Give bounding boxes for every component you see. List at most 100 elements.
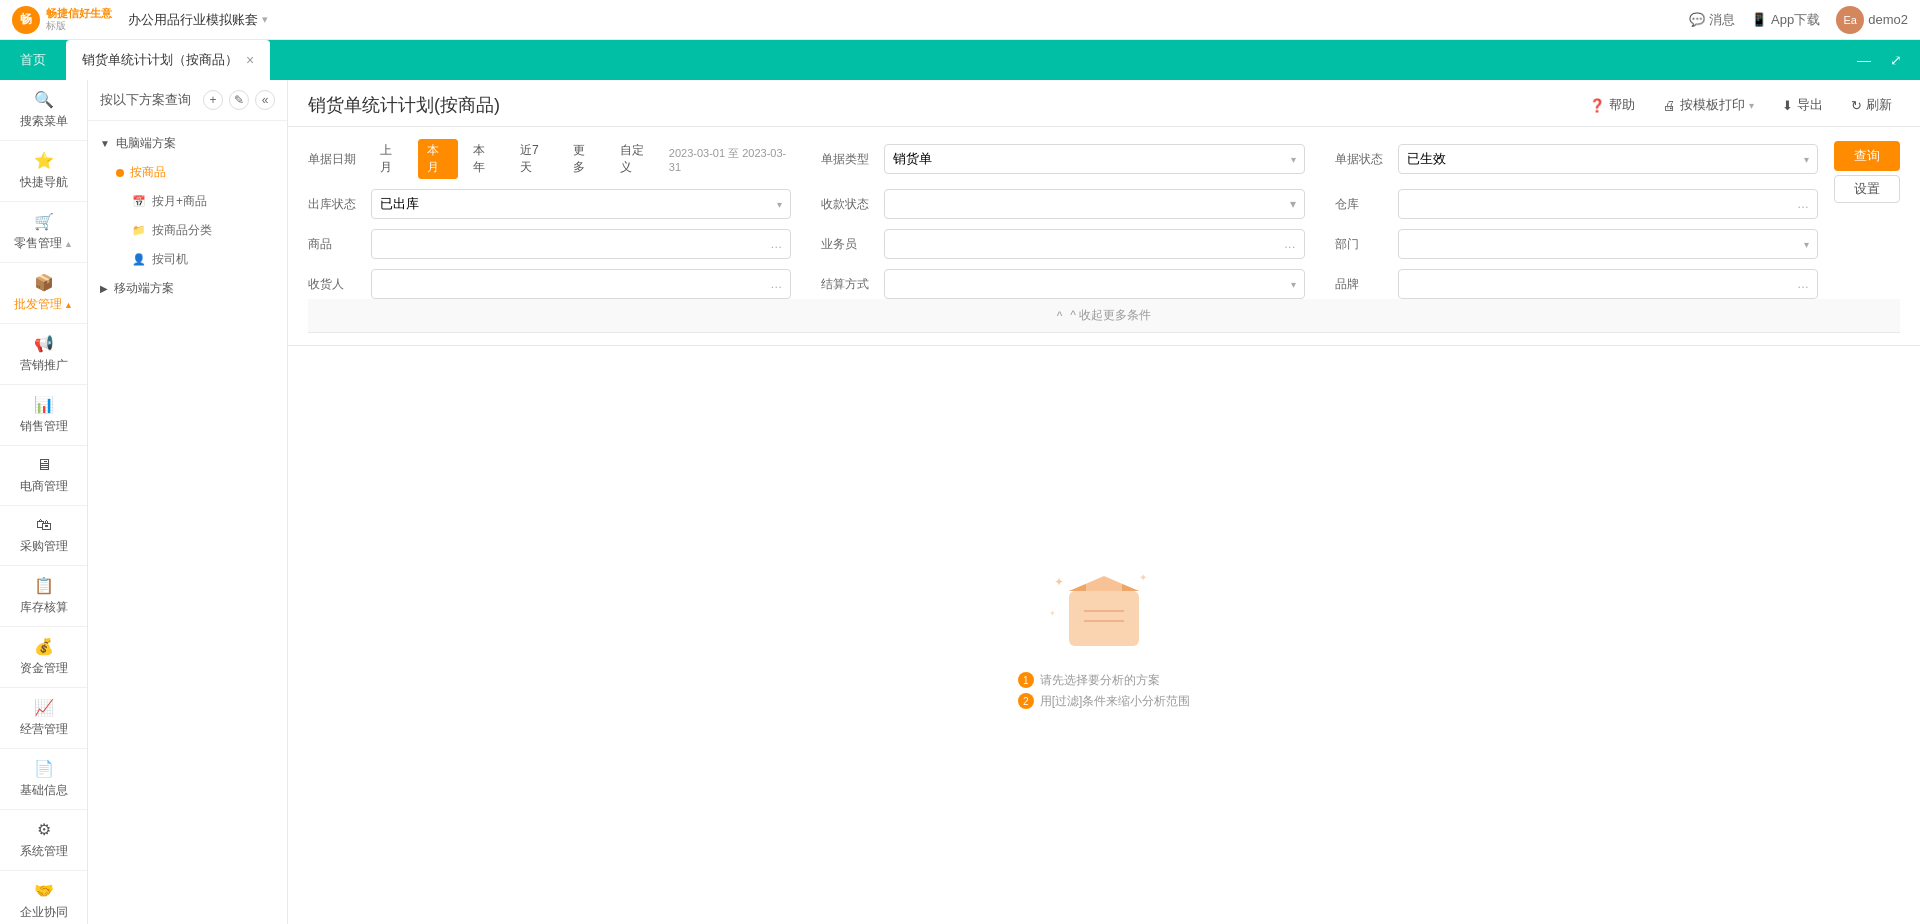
filter-row-3: 商品 … 业务员 bbox=[308, 229, 1818, 259]
sidebar-item-ecommerce[interactable]: 🖥 电商管理 bbox=[0, 446, 87, 506]
date-btn-custom[interactable]: 自定义 bbox=[611, 139, 663, 179]
app-selector-text: 办公用品行业模拟账套 bbox=[128, 11, 258, 29]
filter-dept-select[interactable]: ▾ bbox=[1398, 229, 1818, 259]
sidebar-item-collab[interactable]: 🤝 企业协同 bbox=[0, 871, 87, 924]
query-button[interactable]: 查询 bbox=[1834, 141, 1900, 171]
ecommerce-icon: 🖥 bbox=[36, 456, 52, 474]
tree-group-mobile[interactable]: ▶ 移动端方案 bbox=[88, 274, 287, 303]
header-right: 💬 消息 📱 App下载 Ea demo2 bbox=[1689, 6, 1908, 34]
inventory-icon: 📋 bbox=[34, 576, 54, 595]
app-download-icon: 📱 bbox=[1751, 12, 1767, 27]
help-button[interactable]: ❓ 帮助 bbox=[1581, 92, 1643, 118]
filter-doc-status-select[interactable]: 已生效 ▾ bbox=[1398, 144, 1818, 174]
tree-item-by-category-icon: 📁 bbox=[132, 224, 146, 237]
empty-state: ✦ ✦ ✦ 1 请先选择要分析的方案 2 用[过滤]条件来缩小分析范围 bbox=[288, 346, 1920, 924]
refresh-button[interactable]: ↻ 刷新 bbox=[1843, 92, 1900, 118]
filter-brand-label: 品牌 bbox=[1335, 276, 1390, 293]
tab-home[interactable]: 首页 bbox=[0, 40, 66, 80]
filter-doc-status-label: 单据状态 bbox=[1335, 151, 1390, 168]
tree-item-by-driver[interactable]: 👤 按司机 bbox=[88, 245, 287, 274]
user-action[interactable]: Ea demo2 bbox=[1836, 6, 1908, 34]
logo-area: 畅 畅捷信好生意 标版 bbox=[12, 6, 112, 34]
filter-delivery-select[interactable]: 已出库 ▾ bbox=[371, 189, 791, 219]
message-icon: 💬 bbox=[1689, 12, 1705, 27]
tab-max-button[interactable]: ⤢ bbox=[1884, 48, 1908, 72]
filter-receiver-input[interactable]: … bbox=[371, 269, 791, 299]
tree-group-desktop[interactable]: ▼ 电脑端方案 bbox=[88, 129, 287, 158]
filter-doc-type-select[interactable]: 销货单 ▾ bbox=[884, 144, 1304, 174]
export-button[interactable]: ⬇ 导出 bbox=[1774, 92, 1831, 118]
sidebar-item-sales-label: 销售管理 bbox=[20, 418, 68, 435]
svg-rect-0 bbox=[1069, 591, 1139, 646]
edit-scheme-button[interactable]: ✎ bbox=[229, 90, 249, 110]
wholesale-arrow-icon: ▲ bbox=[64, 300, 73, 310]
sidebar-item-marketing[interactable]: 📢 营销推广 bbox=[0, 324, 87, 385]
date-btn-last-month[interactable]: 上月 bbox=[371, 139, 412, 179]
search-icon: 🔍 bbox=[34, 90, 54, 109]
print-arrow-icon: ▾ bbox=[1749, 100, 1754, 111]
sidebar-item-sales[interactable]: 📊 销售管理 bbox=[0, 385, 87, 446]
sidebar-item-basic[interactable]: 📄 基础信息 bbox=[0, 749, 87, 810]
sidebar-item-retail-label: 零售管理 bbox=[14, 235, 62, 252]
filter-payment-dots: ▾ bbox=[1290, 197, 1296, 211]
filter-goods-dots: … bbox=[770, 237, 782, 251]
sidebar-item-inventory[interactable]: 📋 库存核算 bbox=[0, 566, 87, 627]
date-btn-more[interactable]: 更多 bbox=[564, 139, 605, 179]
filter-brand-dots: … bbox=[1797, 277, 1809, 291]
tree-item-by-month-goods[interactable]: 📅 按月+商品 bbox=[88, 187, 287, 216]
sidebar-item-finance[interactable]: 💰 资金管理 bbox=[0, 627, 87, 688]
filter-goods-label: 商品 bbox=[308, 236, 363, 253]
main-layout: 🔍 搜索菜单 ⭐ 快捷导航 🛒 零售管理 ▲ 📦 批发管理 ▲ 📢 营销推广 bbox=[0, 80, 1920, 924]
app-download-action[interactable]: 📱 App下载 bbox=[1751, 11, 1820, 29]
tree-item-by-goods[interactable]: 按商品 bbox=[88, 158, 287, 187]
tab-bar-actions: — ⤢ bbox=[1852, 48, 1920, 72]
date-btn-7days[interactable]: 近7天 bbox=[511, 139, 558, 179]
settings-button[interactable]: 设置 bbox=[1834, 175, 1900, 203]
empty-hint-list: 1 请先选择要分析的方案 2 用[过滤]条件来缩小分析范围 bbox=[1018, 672, 1191, 714]
app-download-label: App下载 bbox=[1771, 11, 1820, 29]
filter-content: 单据日期 上月 本月 本年 近7天 更多 自定义 2023-03-01 至 20… bbox=[308, 139, 1818, 299]
sidebar-item-wholesale[interactable]: 📦 批发管理 ▲ bbox=[0, 263, 87, 324]
filter-goods-input[interactable]: … bbox=[371, 229, 791, 259]
date-btn-this-month[interactable]: 本月 bbox=[418, 139, 459, 179]
filter-warehouse-input[interactable]: … bbox=[1398, 189, 1818, 219]
sidebar-item-purchase[interactable]: 🛍 采购管理 bbox=[0, 506, 87, 566]
right-panel: 销货单统计计划(按商品) ❓ 帮助 🖨 按模板打印 ▾ ⬇ 导出 bbox=[288, 80, 1920, 924]
tab-active[interactable]: 销货单统计计划（按商品） × bbox=[66, 40, 270, 80]
print-button[interactable]: 🖨 按模板打印 ▾ bbox=[1655, 92, 1762, 118]
sidebar-item-operations[interactable]: 📈 经营管理 bbox=[0, 688, 87, 749]
filter-item-payment: 收款状态 ▾ bbox=[821, 189, 1304, 219]
message-action[interactable]: 💬 消息 bbox=[1689, 11, 1735, 29]
filter-salesperson-input[interactable]: … bbox=[884, 229, 1304, 259]
sidebar-item-system-label: 系统管理 bbox=[20, 843, 68, 860]
filter-item-salesperson: 业务员 … bbox=[821, 229, 1304, 259]
tree-item-by-category[interactable]: 📁 按商品分类 bbox=[88, 216, 287, 245]
filter-item-settlement: 结算方式 ▾ bbox=[821, 269, 1304, 299]
empty-hint-2-text: 用[过滤]条件来缩小分析范围 bbox=[1040, 693, 1191, 710]
tab-min-button[interactable]: — bbox=[1852, 48, 1876, 72]
filter-settlement-select[interactable]: ▾ bbox=[884, 269, 1304, 299]
filter-brand-input[interactable]: … bbox=[1398, 269, 1818, 299]
filter-warehouse-label: 仓库 bbox=[1335, 196, 1390, 213]
filter-receiver-dots: … bbox=[770, 277, 782, 291]
sales-icon: 📊 bbox=[34, 395, 54, 414]
sidebar-item-quicknav-label: 快捷导航 bbox=[20, 174, 68, 191]
collapse-bar[interactable]: ^ ^ 收起更多条件 bbox=[308, 299, 1900, 333]
page-header: 销货单统计计划(按商品) ❓ 帮助 🖨 按模板打印 ▾ ⬇ 导出 bbox=[288, 80, 1920, 127]
empty-hint-1-text: 请先选择要分析的方案 bbox=[1040, 672, 1160, 689]
add-scheme-button[interactable]: + bbox=[203, 90, 223, 110]
help-icon: ❓ bbox=[1589, 98, 1605, 113]
page-title: 销货单统计计划(按商品) bbox=[308, 93, 500, 117]
sidebar-item-quicknav[interactable]: ⭐ 快捷导航 bbox=[0, 141, 87, 202]
tab-close-button[interactable]: × bbox=[246, 53, 254, 67]
sidebar-item-retail[interactable]: 🛒 零售管理 ▲ bbox=[0, 202, 87, 263]
app-selector[interactable]: 办公用品行业模拟账套 ▾ bbox=[120, 7, 276, 33]
filter-payment-input[interactable]: ▾ bbox=[884, 189, 1304, 219]
export-label: 导出 bbox=[1797, 96, 1823, 114]
collapse-panel-button[interactable]: « bbox=[255, 90, 275, 110]
date-btn-this-year[interactable]: 本年 bbox=[464, 139, 505, 179]
sidebar-item-search[interactable]: 🔍 搜索菜单 bbox=[0, 80, 87, 141]
filter-item-dept: 部门 ▾ bbox=[1335, 229, 1818, 259]
export-icon: ⬇ bbox=[1782, 98, 1793, 113]
sidebar-item-system[interactable]: ⚙ 系统管理 bbox=[0, 810, 87, 871]
